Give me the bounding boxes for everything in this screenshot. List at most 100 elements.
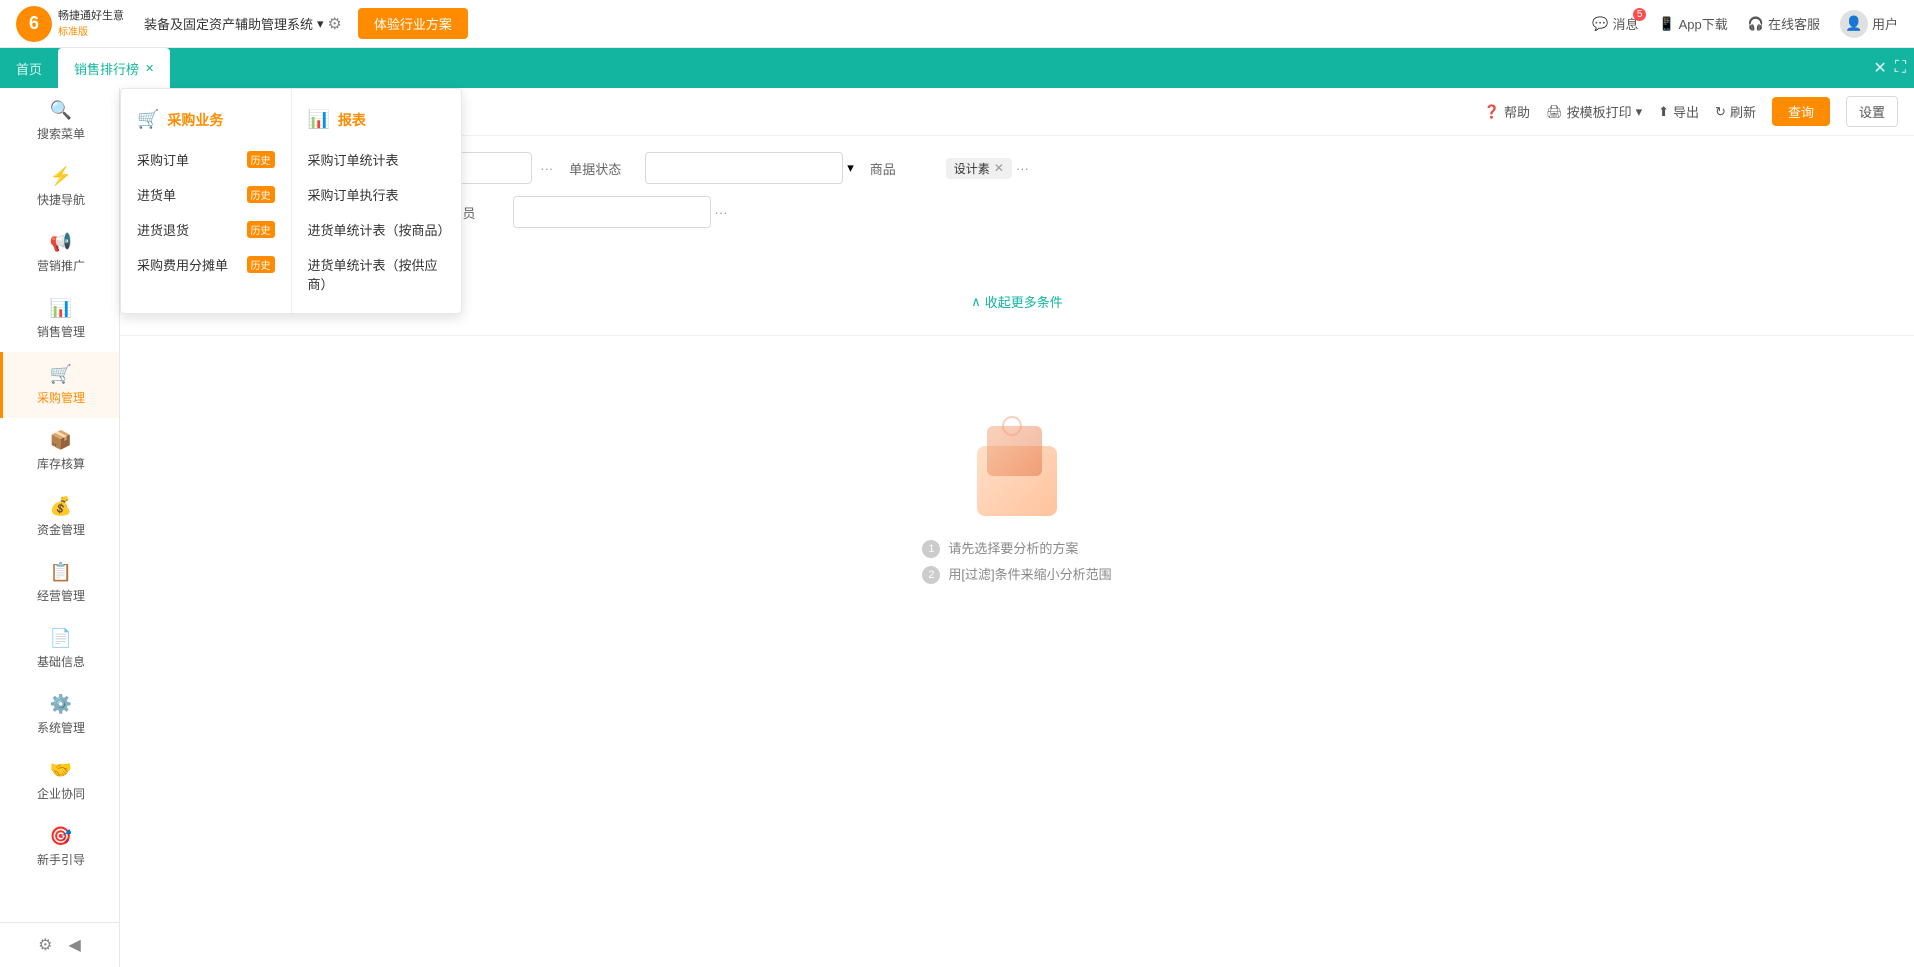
- print-btn[interactable]: 🖨 按模板打印 ▾: [1546, 102, 1642, 121]
- tabbar: 首页 销售排行榜 ✕ ✕ ⛶: [0, 48, 1914, 88]
- purchase-icon: 🛒: [50, 364, 72, 385]
- goods-ellipsis[interactable]: ···: [1016, 161, 1029, 176]
- export-icon: ⬆: [1658, 104, 1669, 120]
- salesperson-ellipsis[interactable]: ···: [715, 205, 728, 220]
- purchase-inbound-item[interactable]: 进货单 历史: [121, 177, 291, 212]
- close-all-icon[interactable]: ✕: [1873, 58, 1886, 78]
- report-inbound-goods-item[interactable]: 进货单统计表（按商品）: [292, 212, 462, 247]
- phone-icon: 📱: [1658, 16, 1674, 32]
- tab-sales-rank[interactable]: 销售排行榜 ✕: [58, 48, 170, 88]
- marketing-icon: 📢: [50, 232, 72, 253]
- empty-icon: [957, 416, 1077, 516]
- help-btn[interactable]: ❓ 帮助: [1484, 102, 1530, 121]
- refresh-icon: ↻: [1715, 104, 1726, 120]
- sidebar-item-sales[interactable]: 📊 销售管理: [0, 286, 119, 352]
- sidebar-item-basic[interactable]: 📄 基础信息: [0, 616, 119, 682]
- refresh-btn[interactable]: ↻ 刷新: [1715, 102, 1756, 121]
- user-btn[interactable]: 👤 用户: [1840, 10, 1898, 38]
- industry-btn[interactable]: 体验行业方案: [358, 8, 468, 39]
- report-order-exec-item[interactable]: 采购订单执行表: [292, 177, 462, 212]
- sidebar-item-purchase[interactable]: 🛒 采购管理: [0, 352, 119, 418]
- tab-close-all: ✕ ⛶: [1873, 58, 1906, 78]
- topbar: 6 畅捷通好生意 标准版 装备及固定资产辅助管理系统 ▾ ⚙ 体验行业方案 💬 …: [0, 0, 1914, 48]
- quicknav-icon: ⚡: [50, 166, 72, 187]
- sidebar-collapse-btn[interactable]: ◀: [65, 931, 85, 959]
- operation-icon: 📋: [50, 562, 72, 583]
- report-header-icon: 📊: [308, 109, 330, 130]
- report-order-stat-item[interactable]: 采购订单统计表: [292, 142, 462, 177]
- dropdown-menu: 🛒 采购业务 采购订单 历史 进货单 历史 进货退货 历史 采购费用分摊单 历史…: [120, 88, 462, 314]
- sidebar-item-quicknav[interactable]: ⚡ 快捷导航: [0, 154, 119, 220]
- logo-icon: 6: [16, 6, 52, 42]
- avatar: 👤: [1840, 10, 1868, 38]
- query-btn[interactable]: 查询: [1772, 97, 1830, 126]
- goods-tag-remove[interactable]: ✕: [994, 161, 1004, 175]
- purchase-col: 🛒 采购业务 采购订单 历史 进货单 历史 进货退货 历史 采购费用分摊单 历史: [121, 89, 292, 313]
- purchase-order-badge: 历史: [247, 151, 275, 168]
- message-btn[interactable]: 💬 消息 5: [1592, 14, 1638, 33]
- topbar-right: 💬 消息 5 📱 App下载 🎧 在线客服 👤 用户: [1592, 10, 1898, 38]
- doc-status-dropdown-icon: ▾: [847, 160, 854, 176]
- report-header: 📊 报表: [292, 101, 462, 142]
- sidebar-item-collab[interactable]: 🤝 企业协同: [0, 748, 119, 814]
- sidebar-item-guide[interactable]: 🎯 新手引导: [0, 814, 119, 880]
- date-ellipsis[interactable]: ···: [540, 161, 553, 176]
- purchase-expense-item[interactable]: 采购费用分摊单 历史: [121, 247, 291, 282]
- logo-text-block: 畅捷通好生意 标准版: [58, 9, 124, 38]
- sidebar-item-inventory[interactable]: 📦 库存核算: [0, 418, 119, 484]
- logo: 6 畅捷通好生意 标准版: [16, 6, 136, 42]
- purchase-return-badge: 历史: [247, 221, 275, 238]
- doc-status-input[interactable]: [645, 152, 843, 184]
- purchase-header-icon: 🛒: [137, 109, 159, 130]
- basic-icon: 📄: [50, 628, 72, 649]
- close-tab-icon[interactable]: ✕: [145, 62, 154, 75]
- export-btn[interactable]: ⬆ 导出: [1658, 102, 1699, 121]
- empty-text: 1 请先选择要分析的方案 2 用[过滤]条件来缩小分析范围: [922, 536, 1111, 588]
- tab-home[interactable]: 首页: [0, 48, 58, 88]
- sidebar-item-marketing[interactable]: 📢 营销推广: [0, 220, 119, 286]
- salesperson-filter-wrap: ···: [513, 196, 728, 228]
- doc-status-label: 单据状态: [569, 159, 629, 178]
- purchase-order-item[interactable]: 采购订单 历史: [121, 142, 291, 177]
- search-icon: 🔍: [50, 100, 72, 121]
- system-name[interactable]: 装备及固定资产辅助管理系统 ▾ ⚙: [144, 14, 342, 34]
- online-service-btn[interactable]: 🎧 在线客服: [1748, 14, 1820, 33]
- collapse-arrow-icon: ∧: [971, 294, 981, 310]
- purchase-return-item[interactable]: 进货退货 历史: [121, 212, 291, 247]
- purchase-header: 🛒 采购业务: [121, 101, 291, 142]
- headset-icon: 🎧: [1748, 16, 1764, 32]
- sidebar-item-finance[interactable]: 💰 资金管理: [0, 484, 119, 550]
- sidebar-item-search[interactable]: 🔍 搜索菜单: [0, 88, 119, 154]
- finance-icon: 💰: [50, 496, 72, 517]
- empty-step-1: 1 请先选择要分析的方案: [922, 536, 1111, 562]
- print-icon: 🖨: [1546, 104, 1563, 120]
- settings-btn[interactable]: 设置: [1846, 96, 1898, 127]
- empty-state: 1 请先选择要分析的方案 2 用[过滤]条件来缩小分析范围: [120, 336, 1914, 668]
- empty-step-2: 2 用[过滤]条件来缩小分析范围: [922, 562, 1111, 588]
- inventory-icon: 📦: [50, 430, 72, 451]
- sidebar-bottom: ⚙ ◀: [0, 922, 119, 967]
- sidebar: 🔍 搜索菜单 ⚡ 快捷导航 📢 营销推广 📊 销售管理 🛒 采购管理 📦 库存核…: [0, 88, 120, 967]
- maximize-icon[interactable]: ⛶: [1895, 59, 1906, 77]
- settings-icon[interactable]: ⚙: [328, 14, 342, 34]
- sidebar-item-system[interactable]: ⚙️ 系统管理: [0, 682, 119, 748]
- report-inbound-supplier-item[interactable]: 进货单统计表（按供应商）: [292, 247, 462, 301]
- print-dropdown-icon: ▾: [1636, 104, 1643, 120]
- sidebar-settings-btn[interactable]: ⚙: [34, 931, 56, 959]
- report-col: 📊 报表 采购订单统计表 采购订单执行表 进货单统计表（按商品） 进货单统计表（…: [292, 89, 462, 313]
- empty-icon-circle: [1002, 416, 1022, 436]
- goods-label: 商品: [870, 159, 930, 178]
- purchase-inbound-badge: 历史: [247, 186, 275, 203]
- guide-icon: 🎯: [50, 826, 72, 847]
- logo-text: 畅捷通好生意: [58, 9, 124, 23]
- help-icon: ❓: [1484, 104, 1500, 120]
- message-icon: 💬: [1592, 16, 1608, 32]
- system-icon: ⚙️: [50, 694, 72, 715]
- salesperson-input[interactable]: [513, 196, 711, 228]
- doc-status-select[interactable]: ▾: [645, 152, 854, 184]
- collab-icon: 🤝: [50, 760, 72, 781]
- purchase-expense-badge: 历史: [247, 256, 275, 273]
- sidebar-item-operation[interactable]: 📋 经营管理: [0, 550, 119, 616]
- dropdown-arrow-icon: ▾: [317, 16, 324, 32]
- app-download-btn[interactable]: 📱 App下载: [1658, 14, 1727, 33]
